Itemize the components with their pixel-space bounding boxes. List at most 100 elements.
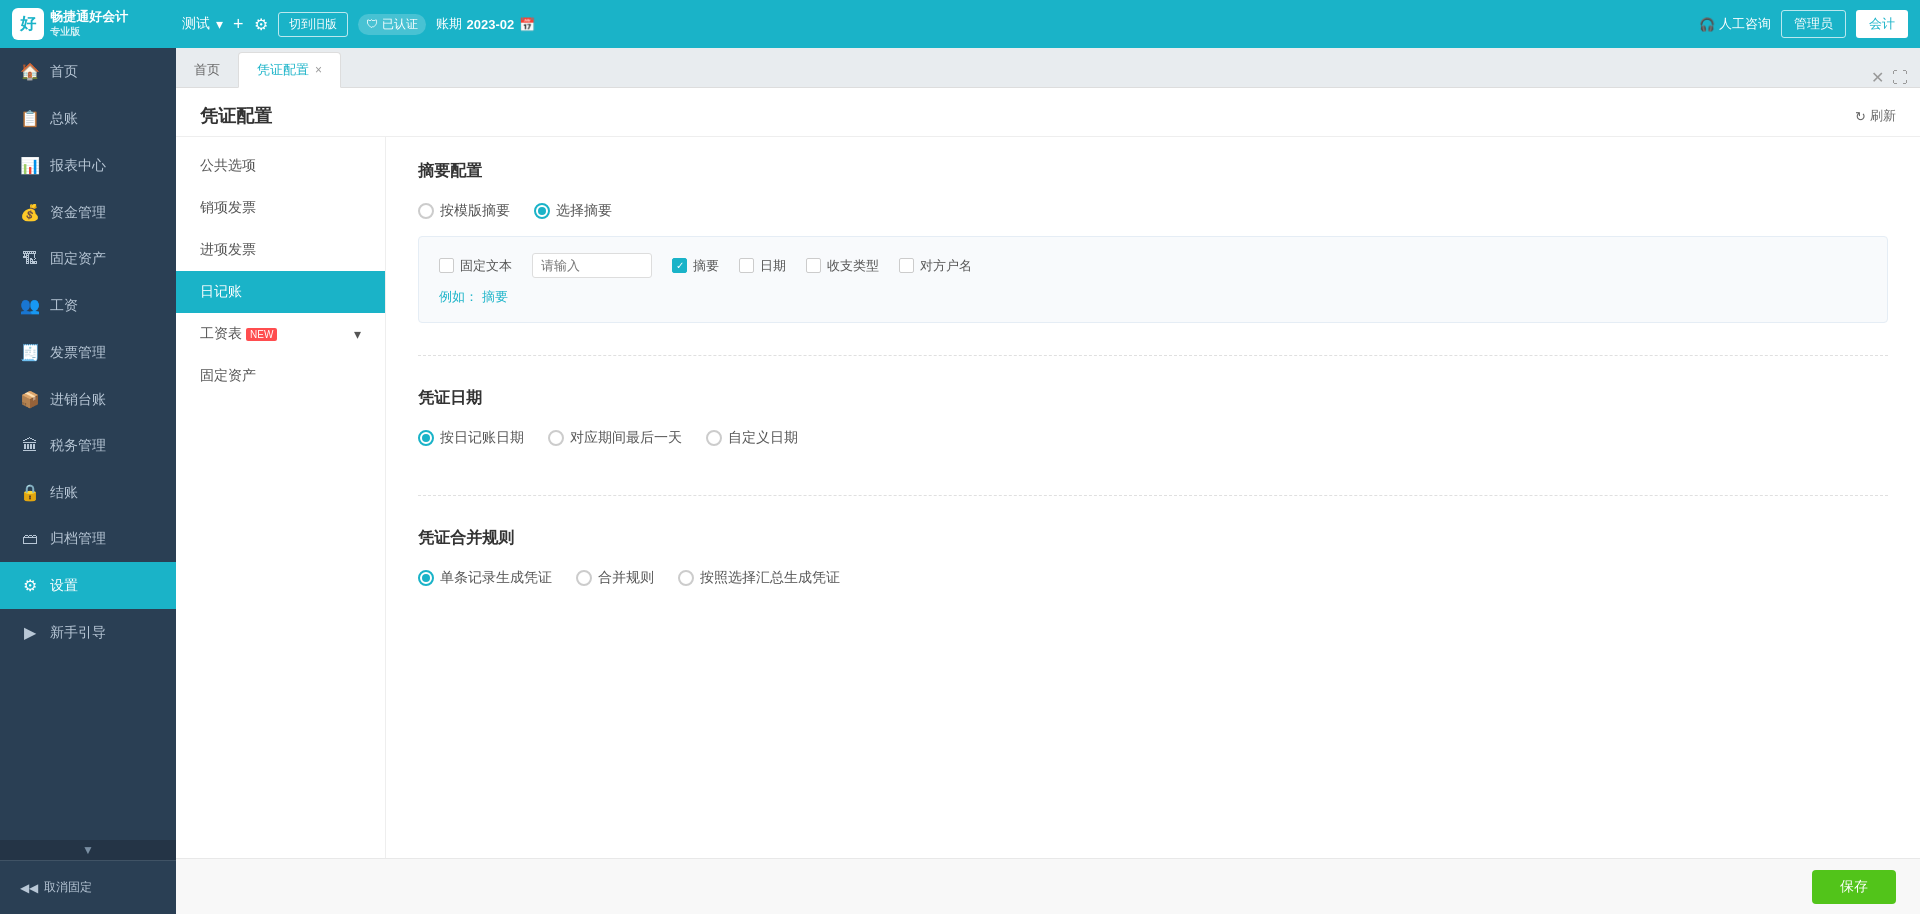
radio-template-circle: [418, 203, 434, 219]
sidebar: 🏠 首页 📋 总账 📊 报表中心 💰 资金管理 🏗 固定资产 👥 工资: [0, 48, 176, 914]
tab-close-window-icon[interactable]: ✕: [1871, 68, 1884, 87]
sidebar-label-close: 结账: [50, 484, 78, 502]
sidebar-item-tax[interactable]: 🏛 税务管理: [0, 423, 176, 469]
left-nav-fixed-assets[interactable]: 固定资产: [176, 355, 385, 397]
summary-option-select[interactable]: 选择摘要: [534, 202, 612, 220]
sidebar-item-archive[interactable]: 🗃 归档管理: [0, 516, 176, 562]
period-info: 账期 2023-02 📅: [436, 15, 536, 33]
voucher-date-section: 凭证日期 按日记账日期 对应期间最后一天: [418, 388, 1888, 496]
content-area: 首页 凭证配置 × ✕ ⛶ 凭证配置 ↻ 刷新: [176, 48, 1920, 914]
refresh-btn[interactable]: ↻ 刷新: [1855, 107, 1896, 125]
tab-bar-actions: ✕ ⛶: [1859, 68, 1920, 87]
left-nav-purchase-invoice[interactable]: 进项发票: [176, 229, 385, 271]
inner-layout: 公共选项 销项发票 进项发票 日记账 工资表 NEW: [176, 137, 1920, 858]
switch-old-btn[interactable]: 切到旧版: [278, 12, 348, 37]
settings-menu-icon: ⚙: [20, 576, 40, 595]
tab-close-icon[interactable]: ×: [315, 63, 322, 77]
refresh-icon: ↻: [1855, 109, 1866, 124]
sidebar-item-close[interactable]: 🔒 结账: [0, 469, 176, 516]
top-header: 好 畅捷通好会计 专业版 测试 ▾ + ⚙ 切到旧版 🛡 已认证 账期 2023…: [0, 0, 1920, 48]
calendar-icon[interactable]: 📅: [519, 17, 535, 32]
main-layout: 🏠 首页 📋 总账 📊 报表中心 💰 资金管理 🏗 固定资产 👥 工资: [0, 48, 1920, 914]
reports-icon: 📊: [20, 156, 40, 175]
checkbox-summary[interactable]: ✓ 摘要: [672, 257, 719, 275]
payroll-sheet-label-row: 工资表 NEW: [200, 325, 277, 343]
sidebar-footer: ◀◀ 取消固定: [0, 860, 176, 914]
left-nav-public[interactable]: 公共选项: [176, 145, 385, 187]
sidebar-item-home[interactable]: 🏠 首页: [0, 48, 176, 95]
accountant-btn[interactable]: 会计: [1856, 10, 1908, 38]
radio-summary-circle: [678, 570, 694, 586]
sidebar-label-capital: 资金管理: [50, 204, 106, 222]
sidebar-item-trade[interactable]: 📦 进销台账: [0, 376, 176, 423]
page-title: 凭证配置: [200, 104, 272, 128]
sidebar-label-trade: 进销台账: [50, 391, 106, 409]
checkbox-counterpart-box: [899, 258, 914, 273]
merge-radio-group: 单条记录生成凭证 合并规则 按照选择汇总生成凭证: [418, 569, 1888, 587]
summary-radio-group: 按模版摘要 选择摘要: [418, 202, 1888, 220]
collapse-icon: ◀◀: [20, 881, 38, 895]
checkbox-fixed-text[interactable]: 固定文本: [439, 257, 512, 275]
summary-option-template[interactable]: 按模版摘要: [418, 202, 510, 220]
new-badge: NEW: [246, 328, 277, 341]
radio-select-circle: [534, 203, 550, 219]
sidebar-label-home: 首页: [50, 63, 78, 81]
fixed-text-input[interactable]: [532, 253, 652, 278]
sidebar-item-settings[interactable]: ⚙ 设置: [0, 562, 176, 609]
sidebar-item-payroll[interactable]: 👥 工资: [0, 282, 176, 329]
chevron-down-icon: ▾: [354, 326, 361, 342]
sidebar-label-payroll: 工资: [50, 297, 78, 315]
settings-icon[interactable]: ⚙: [254, 15, 268, 34]
sidebar-item-reports[interactable]: 📊 报表中心: [0, 142, 176, 189]
summary-checkbox-row: 固定文本 ✓ 摘要 日期: [439, 253, 1867, 278]
sidebar-item-invoice[interactable]: 🧾 发票管理: [0, 329, 176, 376]
service-btn[interactable]: 🎧 人工咨询: [1699, 15, 1771, 33]
tax-icon: 🏛: [20, 437, 40, 455]
example-text: 例如： 摘要: [439, 288, 1867, 306]
date-option-last-day[interactable]: 对应期间最后一天: [548, 429, 682, 447]
radio-custom-date-circle: [706, 430, 722, 446]
sidebar-label-reports: 报表中心: [50, 157, 106, 175]
save-button[interactable]: 保存: [1812, 870, 1896, 904]
checkbox-date-box: [739, 258, 754, 273]
sidebar-item-guide[interactable]: ▶ 新手引导: [0, 609, 176, 656]
sidebar-scroll-down[interactable]: ▼: [0, 840, 176, 860]
sidebar-item-assets[interactable]: 🏗 固定资产: [0, 236, 176, 282]
merge-option-single[interactable]: 单条记录生成凭证: [418, 569, 552, 587]
logo-text-block: 畅捷通好会计 专业版: [50, 9, 128, 39]
sidebar-item-ledger[interactable]: 📋 总账: [0, 95, 176, 142]
left-nav-sales-invoice[interactable]: 销项发票: [176, 187, 385, 229]
logo-area: 好 畅捷通好会计 专业版: [12, 8, 172, 40]
sidebar-item-capital[interactable]: 💰 资金管理: [0, 189, 176, 236]
left-nav-diary[interactable]: 日记账: [176, 271, 385, 313]
sidebar-scroll: 🏠 首页 📋 总账 📊 报表中心 💰 资金管理 🏗 固定资产 👥 工资: [0, 48, 176, 840]
left-nav-payroll-sheet[interactable]: 工资表 NEW ▾: [176, 313, 385, 355]
checkbox-income-type[interactable]: 收支类型: [806, 257, 879, 275]
checkbox-counterpart[interactable]: 对方户名: [899, 257, 972, 275]
trade-icon: 📦: [20, 390, 40, 409]
add-icon[interactable]: +: [233, 14, 244, 35]
close-period-icon: 🔒: [20, 483, 40, 502]
tab-bar: 首页 凭证配置 × ✕ ⛶: [176, 48, 1920, 88]
left-nav: 公共选项 销项发票 进项发票 日记账 工资表 NEW: [176, 137, 386, 858]
summary-options-box: 固定文本 ✓ 摘要 日期: [418, 236, 1888, 323]
date-option-diary[interactable]: 按日记账日期: [418, 429, 524, 447]
summary-section-title: 摘要配置: [418, 161, 1888, 182]
tab-voucher-config[interactable]: 凭证配置 ×: [238, 52, 341, 88]
date-option-custom[interactable]: 自定义日期: [706, 429, 798, 447]
sidebar-collapse-btn[interactable]: ◀◀ 取消固定: [16, 873, 160, 902]
merge-option-summary[interactable]: 按照选择汇总生成凭证: [678, 569, 840, 587]
radio-diary-date-circle: [418, 430, 434, 446]
tab-home[interactable]: 首页: [176, 53, 238, 87]
invoice-icon: 🧾: [20, 343, 40, 362]
admin-btn[interactable]: 管理员: [1781, 10, 1846, 38]
tab-expand-icon[interactable]: ⛶: [1892, 69, 1908, 87]
merge-option-rules[interactable]: 合并规则: [576, 569, 654, 587]
logo-name: 畅捷通好会计: [50, 9, 128, 25]
checkbox-date[interactable]: 日期: [739, 257, 786, 275]
sidebar-label-archive: 归档管理: [50, 530, 106, 548]
dropdown-icon[interactable]: ▾: [216, 16, 223, 32]
page-header: 凭证配置 ↻ 刷新: [176, 88, 1920, 137]
radio-rules-circle: [576, 570, 592, 586]
home-icon: 🏠: [20, 62, 40, 81]
